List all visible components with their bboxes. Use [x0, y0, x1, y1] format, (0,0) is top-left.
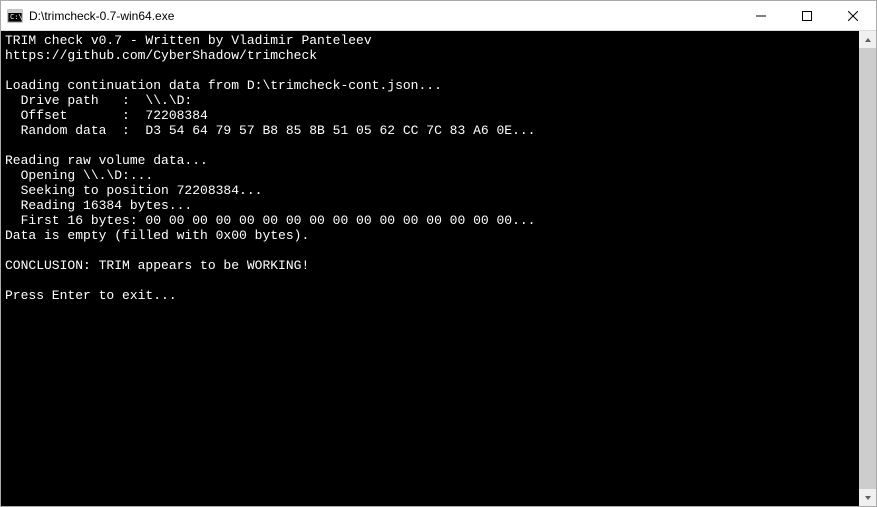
scroll-down-button[interactable] — [859, 489, 876, 506]
window-controls — [738, 1, 876, 30]
console-line: CONCLUSION: TRIM appears to be WORKING! — [5, 258, 309, 273]
console-line: TRIM check v0.7 - Written by Vladimir Pa… — [5, 33, 372, 48]
console-line: Drive path : \\.\D: — [5, 93, 192, 108]
console-line: Reading 16384 bytes... — [5, 198, 192, 213]
vertical-scrollbar[interactable] — [859, 31, 876, 506]
console-line: Seeking to position 72208384... — [5, 183, 262, 198]
console-line: First 16 bytes: 00 00 00 00 00 00 00 00 … — [5, 213, 536, 228]
content-area: TRIM check v0.7 - Written by Vladimir Pa… — [1, 31, 876, 506]
console-line: Data is empty (filled with 0x00 bytes). — [5, 228, 309, 243]
console-line: Opening \\.\D:... — [5, 168, 153, 183]
console-line: Random data : D3 54 64 79 57 B8 85 8B 51… — [5, 123, 536, 138]
scroll-track[interactable] — [859, 48, 876, 489]
minimize-button[interactable] — [738, 1, 784, 30]
window-frame: C:\ D:\trimcheck-0.7-win64.exe TRIM chec… — [0, 0, 877, 507]
console-line: Offset : 72208384 — [5, 108, 208, 123]
maximize-button[interactable] — [784, 1, 830, 30]
app-icon: C:\ — [7, 8, 23, 24]
console-line: https://github.com/CyberShadow/trimcheck — [5, 48, 317, 63]
svg-text:C:\: C:\ — [10, 13, 23, 21]
window-title: D:\trimcheck-0.7-win64.exe — [29, 9, 738, 23]
console-line: Loading continuation data from D:\trimch… — [5, 78, 442, 93]
close-button[interactable] — [830, 1, 876, 30]
console-line: Reading raw volume data... — [5, 153, 208, 168]
titlebar[interactable]: C:\ D:\trimcheck-0.7-win64.exe — [1, 1, 876, 31]
scroll-thumb[interactable] — [859, 48, 876, 489]
scroll-up-button[interactable] — [859, 31, 876, 48]
console-line: Press Enter to exit... — [5, 288, 177, 303]
console-output: TRIM check v0.7 - Written by Vladimir Pa… — [1, 31, 859, 506]
